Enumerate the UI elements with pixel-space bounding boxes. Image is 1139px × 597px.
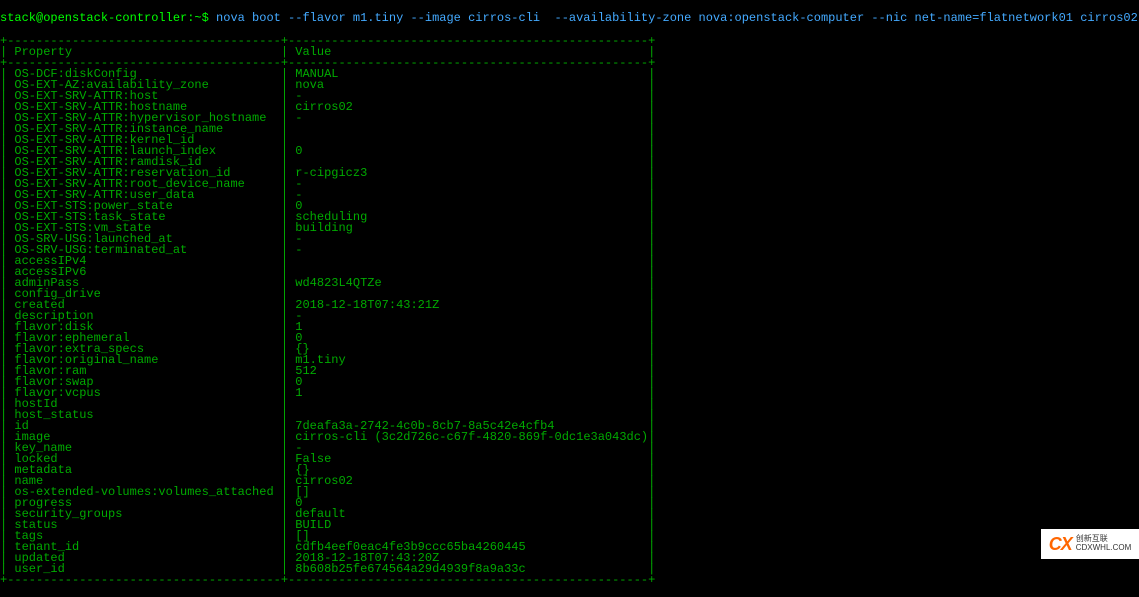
terminal-output[interactable]: stack@openstack-controller:~$ nova boot … bbox=[0, 0, 1139, 597]
watermark-icon: CX bbox=[1049, 535, 1072, 553]
shell-prompt: stack@openstack-controller:~$ bbox=[0, 12, 209, 24]
table-row: | user_id | 8b608b25fe674564a29d4939f8a9… bbox=[0, 563, 1139, 574]
watermark-url: CDXWHL.COM bbox=[1076, 544, 1132, 553]
shell-command: nova boot --flavor m1.tiny --image cirro… bbox=[216, 12, 1138, 24]
table-border: +--------------------------------------+… bbox=[0, 574, 1139, 585]
command-line: stack@openstack-controller:~$ nova boot … bbox=[0, 12, 1139, 23]
watermark-logo: CX 创新互联 CDXWHL.COM bbox=[1041, 529, 1139, 559]
